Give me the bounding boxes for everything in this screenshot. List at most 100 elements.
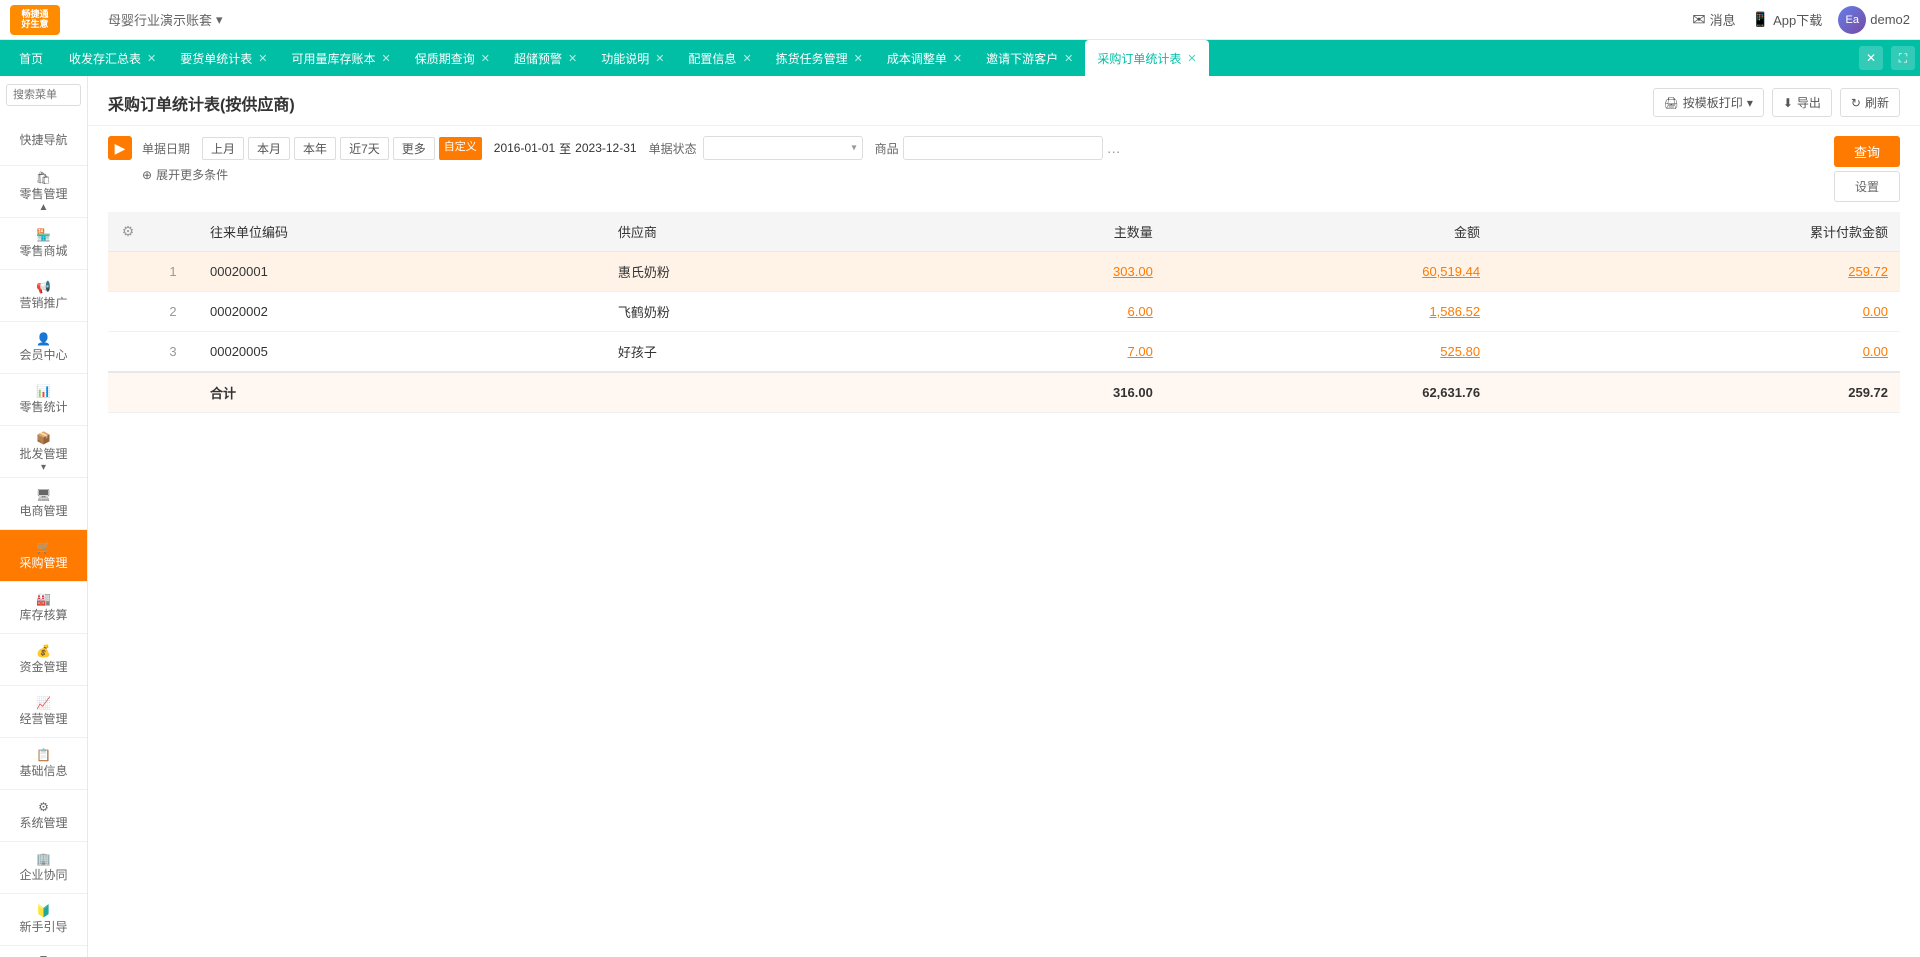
sidebar-item-member[interactable]: 👤 会员中心	[0, 322, 87, 374]
date-btn-last-7-days[interactable]: 近7天	[340, 137, 389, 160]
page-title: 采购订单统计表(按供应商)	[108, 91, 295, 115]
export-button[interactable]: ⬇ 导出	[1772, 88, 1832, 117]
date-btn-more[interactable]: 更多	[393, 137, 435, 160]
filter-top-row: ▶ 单据日期 上月 本月 本年 近7天 更多 自定义 2016	[108, 136, 1900, 202]
nav-maximize-btn[interactable]: ⛶	[1891, 46, 1915, 70]
message-label: 消息	[1710, 10, 1736, 29]
sidebar-item-retail-shop[interactable]: 🏪 零售商城	[0, 218, 87, 270]
retail-stat-icon: 📊	[36, 384, 51, 398]
print-label: 按模板打印	[1683, 94, 1743, 111]
nav-tab-function-desc[interactable]: 功能说明 ✕	[589, 40, 676, 76]
expand-more-conditions[interactable]: ⊕ 展开更多条件	[142, 166, 1824, 183]
filter-settings-button[interactable]: 设置	[1834, 171, 1900, 202]
row-3-code: 00020005	[198, 332, 606, 373]
search-button[interactable]: 查询	[1834, 136, 1900, 167]
nav-tab-config-info[interactable]: 配置信息 ✕	[676, 40, 763, 76]
sidebar-item-ecommerce[interactable]: 🖥 电商管理	[0, 478, 87, 530]
sidebar-item-basic-info[interactable]: 📋 基础信息	[0, 738, 87, 790]
nav-tab-picking-task-label: 拣货任务管理	[776, 50, 848, 67]
sidebar-item-enterprise[interactable]: 🏢 企业协同	[0, 842, 87, 894]
nav-tab-function-desc-label: 功能说明	[601, 50, 649, 67]
nav-tab-purchase-summary[interactable]: 采购订单统计表 ✕	[1085, 40, 1208, 76]
sidebar-item-retail-label: 零售管理	[19, 185, 67, 202]
nav-close-all-btn[interactable]: ✕	[1859, 46, 1883, 70]
refresh-button[interactable]: ↻ 刷新	[1840, 88, 1900, 117]
nav-tab-picking-task[interactable]: 拣货任务管理 ✕	[764, 40, 875, 76]
sidebar-item-wholesale[interactable]: 📦 批发管理 ▾	[0, 426, 87, 478]
row-1-paid-link[interactable]: 259.72	[1848, 264, 1888, 279]
sidebar-item-retail-stat[interactable]: 📊 零售统计	[0, 374, 87, 426]
row-3-settings	[108, 332, 148, 373]
row-1-index: 1	[148, 252, 198, 292]
nav-tab-requisition[interactable]: 要货单统计表 ✕	[168, 40, 279, 76]
main-layout: 快捷导航 🛍 零售管理 ▲ 🏪 零售商城 📢 营销推广 👤 会员中心 📊 零售统…	[0, 76, 1920, 957]
row-3-amount-link[interactable]: 525.80	[1440, 344, 1480, 359]
col-header-settings[interactable]: ⚙	[108, 212, 148, 252]
row-3-paid-link[interactable]: 0.00	[1863, 344, 1888, 359]
row-1-qty-link[interactable]: 303.00	[1113, 264, 1153, 279]
row-3-amount: 525.80	[1165, 332, 1492, 373]
main-nav: 首页 收发存汇总表 ✕ 要货单统计表 ✕ 可用量库存账本 ✕ 保质期查询 ✕ 超…	[0, 40, 1920, 76]
nav-tab-config-info-close[interactable]: ✕	[742, 52, 751, 65]
row-3-paid: 0.00	[1492, 332, 1900, 373]
sidebar-item-operations[interactable]: 📈 经营管理	[0, 686, 87, 738]
row-2-amount-link[interactable]: 1,586.52	[1429, 304, 1480, 319]
filter-expand-btn[interactable]: ▶	[108, 136, 132, 160]
nav-tab-purchase-summary-close[interactable]: ✕	[1187, 52, 1196, 65]
workspace-selector[interactable]: 母婴行业演示账套 ▾	[108, 10, 1692, 29]
nav-tab-expiry[interactable]: 保质期查询 ✕	[403, 40, 502, 76]
nav-tab-picking-task-close[interactable]: ✕	[854, 52, 863, 65]
row-2-qty-link[interactable]: 6.00	[1128, 304, 1153, 319]
custom-tag: 自定义	[439, 137, 482, 160]
export-icon: ⬇	[1783, 96, 1793, 110]
nav-tab-cost-adjust-close[interactable]: ✕	[953, 52, 962, 65]
row-1-amount-link[interactable]: 60,519.44	[1422, 264, 1480, 279]
table-row[interactable]: 3 00020005 好孩子 7.00 525.80 0.00	[108, 332, 1900, 373]
user-profile[interactable]: Ea demo2	[1838, 6, 1910, 34]
username-label: demo2	[1870, 12, 1910, 27]
goods-input[interactable]	[903, 136, 1103, 160]
nav-tab-invite-downstream-label: 邀请下游客户	[986, 50, 1058, 67]
sidebar-item-new-guide[interactable]: 🔰 新手引导	[0, 894, 87, 946]
date-btn-last-month[interactable]: 上月	[202, 137, 244, 160]
col-header-paid-amount: 累计付款金额	[1492, 212, 1900, 252]
nav-tab-collection[interactable]: 收发存汇总表 ✕	[57, 40, 168, 76]
sidebar-search-input[interactable]	[6, 84, 81, 106]
table-row[interactable]: 1 00020001 惠氏奶粉 303.00 60,519.44 259.72	[108, 252, 1900, 292]
date-btn-this-year[interactable]: 本年	[294, 137, 336, 160]
nav-tab-invite-downstream[interactable]: 邀请下游客户 ✕	[974, 40, 1085, 76]
print-button[interactable]: 🖨 按模板打印 ▾	[1653, 88, 1764, 117]
nav-tab-home[interactable]: 首页	[5, 40, 57, 76]
sidebar-item-inventory[interactable]: 🏭 库存核算	[0, 582, 87, 634]
sidebar-item-retail[interactable]: 🛍 零售管理 ▲	[0, 166, 87, 218]
nav-tab-overstock[interactable]: 超储预警 ✕	[502, 40, 589, 76]
row-2-paid-link[interactable]: 0.00	[1863, 304, 1888, 319]
status-select[interactable]	[703, 136, 863, 160]
app-download-btn[interactable]: 📱 App下载	[1752, 10, 1823, 29]
nav-tab-available-stock-close[interactable]: ✕	[382, 52, 391, 65]
sidebar-item-app-center[interactable]: 📱 应用中心	[0, 946, 87, 957]
sidebar-item-quick-nav[interactable]: 快捷导航	[0, 114, 87, 166]
sidebar-item-finance[interactable]: 💰 资金管理	[0, 634, 87, 686]
nav-tab-overstock-close[interactable]: ✕	[568, 52, 577, 65]
nav-tab-expiry-close[interactable]: ✕	[481, 52, 490, 65]
sidebar-item-purchase[interactable]: 🛒 采购管理	[0, 530, 87, 582]
date-btn-this-month[interactable]: 本月	[248, 137, 290, 160]
nav-tab-function-desc-close[interactable]: ✕	[655, 52, 664, 65]
nav-tab-requisition-close[interactable]: ✕	[258, 52, 267, 65]
nav-tab-collection-close[interactable]: ✕	[147, 52, 156, 65]
goods-more-icon[interactable]: …	[1107, 140, 1121, 156]
table-row[interactable]: 2 00020002 飞鹤奶粉 6.00 1,586.52 0.00	[108, 292, 1900, 332]
print-dropdown-icon: ▾	[1747, 96, 1753, 110]
row-3-qty-link[interactable]: 7.00	[1128, 344, 1153, 359]
sidebar-item-marketing[interactable]: 📢 营销推广	[0, 270, 87, 322]
sidebar-item-sys-mgmt[interactable]: ⚙ 系统管理	[0, 790, 87, 842]
filter-row-1: 单据日期 上月 本月 本年 近7天 更多 自定义 2016-01-01 至	[142, 136, 1824, 160]
table-settings-icon[interactable]: ⚙	[122, 223, 135, 239]
nav-tab-invite-downstream-close[interactable]: ✕	[1064, 52, 1073, 65]
wholesale-icon: 📦	[36, 431, 51, 445]
nav-tab-available-stock[interactable]: 可用量库存账本 ✕	[279, 40, 402, 76]
nav-tab-cost-adjust[interactable]: 成本调整单 ✕	[875, 40, 974, 76]
message-btn[interactable]: ✉ 消息	[1692, 10, 1735, 30]
table-footer: 合计 316.00 62,631.76 259.72	[108, 372, 1900, 413]
